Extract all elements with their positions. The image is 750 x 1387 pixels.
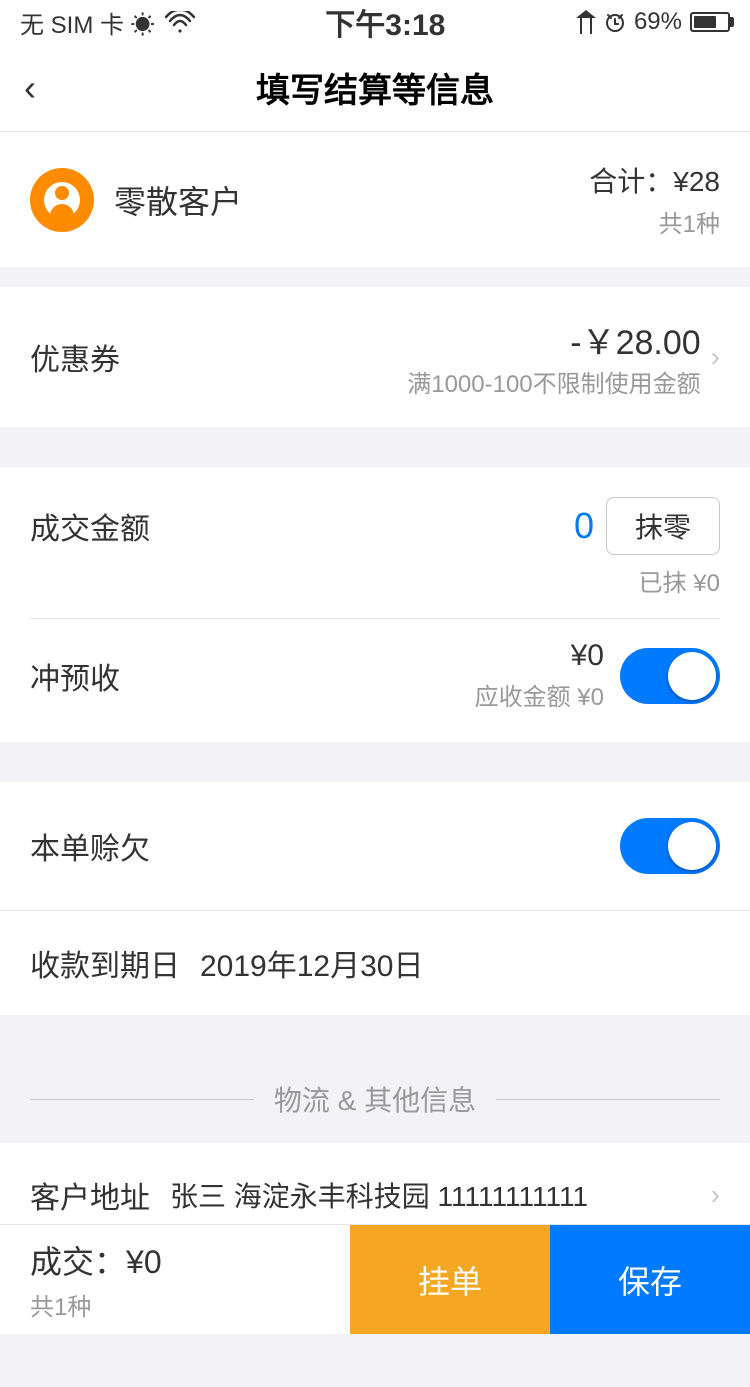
address-value: 张三 海淀永丰科技园 11111111111 [170, 1175, 711, 1215]
bottom-deal: 成交：¥0 [30, 1237, 320, 1283]
location-icon [576, 10, 596, 34]
total-amount: 合计：¥28 [589, 160, 720, 200]
nav-bar: ‹ 填写结算等信息 [0, 44, 750, 132]
bottom-deal-label: 成交： [30, 1244, 126, 1280]
debit-row: 本单赊欠 [0, 782, 750, 910]
total-count: 共1种 [589, 204, 720, 239]
logistics-header: 物流 & 其他信息 [0, 1055, 750, 1143]
debit-toggle[interactable] [620, 818, 720, 874]
coupon-desc: 满1000-100不限制使用金额 [407, 364, 700, 399]
page-title: 填写结算等信息 [256, 63, 494, 112]
transaction-label: 成交金额 [30, 504, 150, 548]
toggle-thumb [668, 652, 716, 700]
main-content: 零散客户 合计：¥28 共1种 优惠券 -￥28.00 满1000-100不限制… [0, 132, 750, 1387]
bottom-bar: 成交：¥0 共1种 挂单 保存 [0, 1224, 750, 1334]
prepayment-value: ¥0 [475, 639, 604, 673]
transaction-row: 成交金额 0 抹零 [0, 467, 750, 555]
coupon-label: 优惠券 [30, 335, 120, 379]
prepayment-right: ¥0 应收金额 ¥0 [475, 639, 720, 712]
coupon-details: -￥28.00 满1000-100不限制使用金额 [407, 315, 700, 399]
due-date-label: 收款到期日 [30, 941, 180, 985]
battery-percent: 69% [634, 8, 682, 36]
coupon-row[interactable]: 优惠券 -￥28.00 满1000-100不限制使用金额 › [0, 287, 750, 427]
status-right: 69% [576, 8, 730, 36]
section-gap-1 [0, 447, 750, 467]
bottom-count: 共1种 [30, 1287, 320, 1322]
logistics-line-left [30, 1099, 254, 1100]
avatar-icon [44, 182, 80, 218]
customer-card: 零散客户 合计：¥28 共1种 [0, 132, 750, 267]
back-button[interactable]: ‹ [24, 67, 36, 109]
section-gap-3 [0, 1035, 750, 1055]
address-chevron: › [711, 1179, 720, 1211]
customer-summary: 合计：¥28 共1种 [589, 160, 720, 239]
customer-row: 零散客户 合计：¥28 共1种 [0, 132, 750, 267]
customer-name: 零散客户 [114, 177, 242, 223]
address-label: 客户地址 [30, 1173, 150, 1217]
transaction-card: 成交金额 0 抹零 已抹 ¥0 冲预收 ¥0 应收金额 ¥0 [0, 467, 750, 742]
customer-info: 零散客户 [30, 168, 242, 232]
battery-icon [690, 12, 730, 32]
debit-label: 本单赊欠 [30, 824, 150, 868]
save-button[interactable]: 保存 [550, 1225, 750, 1334]
prepayment-toggle[interactable] [620, 648, 720, 704]
prepayment-amounts: ¥0 应收金额 ¥0 [475, 639, 604, 712]
bottom-deal-amount: ¥0 [126, 1244, 162, 1280]
due-date-row: 收款到期日 2019年12月30日 [0, 910, 750, 1015]
alarm-icon [604, 11, 626, 33]
debit-toggle-thumb [668, 822, 716, 870]
prepayment-row: 冲预收 ¥0 应收金额 ¥0 [0, 619, 750, 742]
prepayment-label: 冲预收 [30, 654, 120, 698]
prepayment-receivable: 应收金额 ¥0 [475, 677, 604, 712]
due-date-value: 2019年12月30日 [200, 941, 423, 985]
coupon-card: 优惠券 -￥28.00 满1000-100不限制使用金额 › [0, 287, 750, 427]
section-gap-2 [0, 762, 750, 782]
bottom-info: 成交：¥0 共1种 [0, 1225, 350, 1334]
sim-status: 无 SIM 卡 ☀ [20, 5, 155, 40]
avatar [30, 168, 94, 232]
logistics-text: 物流 & 其他信息 [254, 1079, 496, 1119]
debit-card: 本单赊欠 收款到期日 2019年12月30日 [0, 782, 750, 1015]
hang-button[interactable]: 挂单 [350, 1225, 550, 1334]
round-off-button[interactable]: 抹零 [606, 497, 720, 555]
status-bar: 无 SIM 卡 ☀ 下午3:18 69% [0, 0, 750, 44]
coupon-chevron: › [711, 341, 720, 373]
already-rounded: 已抹 ¥0 [0, 555, 750, 618]
transaction-value: 0 [574, 505, 594, 547]
transaction-right: 0 抹零 [574, 497, 720, 555]
coupon-right: -￥28.00 满1000-100不限制使用金额 › [407, 315, 720, 399]
status-time: 下午3:18 [325, 0, 445, 44]
logistics-line-right [496, 1099, 720, 1100]
status-left: 无 SIM 卡 ☀ [20, 5, 195, 40]
wifi-icon [165, 11, 195, 33]
coupon-amount: -￥28.00 [407, 315, 700, 364]
